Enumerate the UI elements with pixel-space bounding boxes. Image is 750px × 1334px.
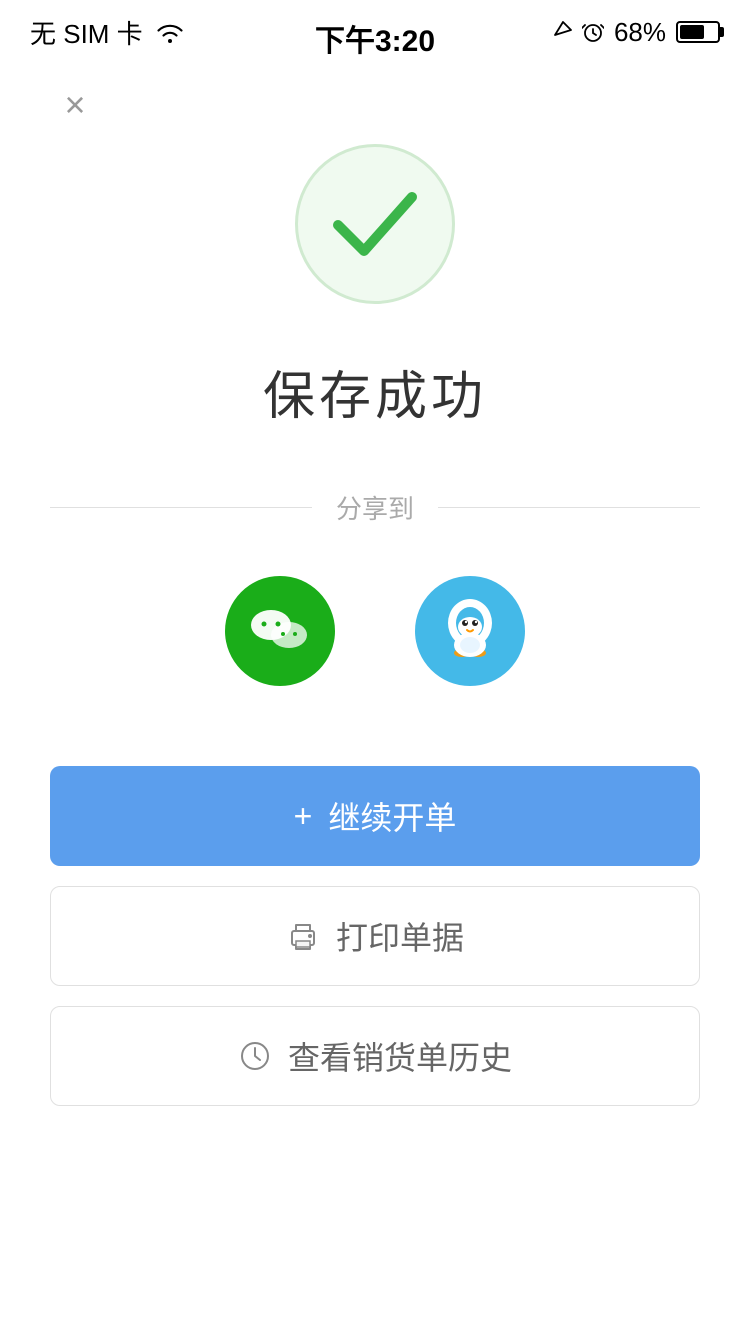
continue-button[interactable]: + 继续开单 (50, 766, 700, 866)
status-bar: 无 SIM 卡 下午3:20 68% (0, 0, 750, 64)
location-icon (554, 21, 572, 43)
battery-icon (676, 21, 720, 43)
wifi-icon (155, 21, 185, 43)
success-title: 保存成功 (263, 354, 487, 429)
status-left: 无 SIM 卡 (30, 14, 185, 51)
battery-percent: 68% (614, 17, 666, 48)
main-content: 保存成功 分享到 (0, 64, 750, 1106)
share-label: 分享到 (312, 489, 438, 526)
plus-icon: + (294, 800, 313, 832)
share-divider: 分享到 (0, 489, 750, 526)
print-label: 打印单据 (336, 913, 464, 959)
success-circle (295, 144, 455, 304)
history-label: 查看销货单历史 (288, 1033, 512, 1079)
share-row (225, 576, 525, 686)
checkmark-icon (330, 187, 420, 262)
clock-icon (238, 1039, 272, 1073)
print-icon (286, 919, 320, 953)
close-button[interactable]: × (50, 80, 100, 130)
divider-left (50, 507, 312, 508)
carrier-text: 无 SIM 卡 (30, 14, 143, 51)
qq-share-button[interactable] (415, 576, 525, 686)
print-button[interactable]: 打印单据 (50, 886, 700, 986)
wechat-icon (247, 603, 313, 659)
divider-right (438, 507, 700, 508)
status-right: 68% (554, 17, 720, 48)
qq-icon (440, 595, 500, 667)
history-button[interactable]: 查看销货单历史 (50, 1006, 700, 1106)
alarm-icon (582, 21, 604, 43)
wechat-share-button[interactable] (225, 576, 335, 686)
status-time: 下午3:20 (315, 16, 435, 60)
continue-label: 继续开单 (328, 793, 456, 839)
action-buttons: + 继续开单 打印单据 查看销货单历史 (0, 766, 750, 1106)
close-icon: × (64, 87, 85, 123)
